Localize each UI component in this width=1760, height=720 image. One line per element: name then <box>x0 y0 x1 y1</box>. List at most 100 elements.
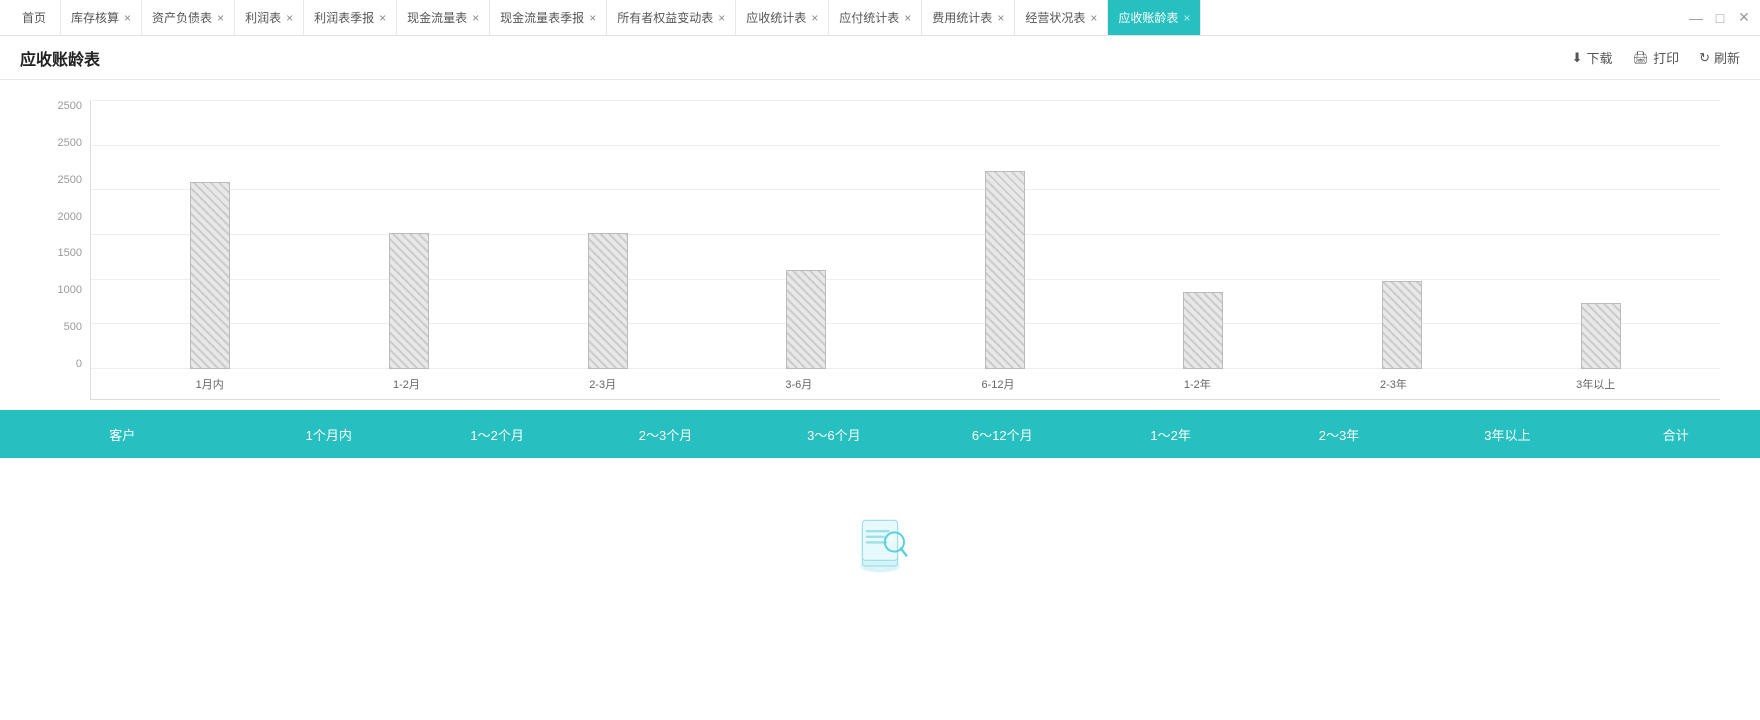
tab-close-icon-profit[interactable]: × <box>286 11 293 25</box>
bar <box>985 171 1025 369</box>
table-header-cell-3yearplus: 3年以上 <box>1423 425 1591 444</box>
y-axis-label: 1000 <box>58 284 82 296</box>
bar <box>588 233 628 369</box>
tab-home[interactable]: 首页 <box>8 0 61 36</box>
bar <box>1581 303 1621 369</box>
bar <box>1382 281 1422 369</box>
print-label: 打印 <box>1653 48 1679 67</box>
tab-ap-stat[interactable]: 应付统计表 × <box>829 0 922 36</box>
tab-profit[interactable]: 利润表 × <box>235 0 304 36</box>
x-axis-label: 6-12月 <box>982 376 1015 392</box>
tab-profit-quarterly[interactable]: 利润表季报 × <box>304 0 397 36</box>
bar <box>389 233 429 369</box>
refresh-label: 刷新 <box>1714 48 1740 67</box>
x-labels: 1月内 1-2月 2-3月 3-6月 6-12月 1-2年 2-3年 3年以上 <box>91 369 1720 399</box>
tab-label-operation: 经营状况表 <box>1025 9 1085 26</box>
bar <box>190 182 230 369</box>
table-header-cell-2-3year: 2～3年 <box>1255 425 1423 444</box>
tab-balance-sheet[interactable]: 资产负债表 × <box>142 0 235 36</box>
y-axis-label: 2500 <box>58 137 82 149</box>
empty-state <box>0 458 1760 618</box>
minimize-button[interactable]: — <box>1688 10 1704 26</box>
print-button[interactable]: 🖨 打印 <box>1633 48 1680 67</box>
refresh-icon: ↻ <box>1699 50 1710 66</box>
maximize-button[interactable]: □ <box>1712 10 1728 26</box>
bar-group <box>389 233 429 369</box>
tab-label-ar-aging: 应收账龄表 <box>1118 9 1178 26</box>
chart-body: 1月内 1-2月 2-3月 3-6月 6-12月 1-2年 2-3年 3年以上 <box>90 100 1720 400</box>
tab-ar-aging[interactable]: 应收账龄表 × <box>1108 0 1201 36</box>
bar-group <box>1382 281 1422 369</box>
tab-close-icon-inventory[interactable]: × <box>124 11 131 25</box>
tab-ar-stat[interactable]: 应收统计表 × <box>736 0 829 36</box>
refresh-button[interactable]: ↻ 刷新 <box>1699 48 1740 67</box>
header-actions: ⬇ 下载 🖨 打印 ↻ 刷新 <box>1572 48 1740 67</box>
x-axis-label: 3-6月 <box>785 376 812 392</box>
tab-close-icon-ap-stat[interactable]: × <box>904 11 911 25</box>
table-header-cell-2-3month: 2～3个月 <box>581 425 749 444</box>
x-axis-label: 2-3月 <box>589 376 616 392</box>
bar-group <box>1581 303 1621 369</box>
tab-close-icon-equity-change[interactable]: × <box>718 11 725 25</box>
tab-label-equity-change: 所有者权益变动表 <box>617 9 713 26</box>
x-axis-label: 1-2月 <box>393 376 420 392</box>
bar <box>786 270 826 369</box>
y-axis-label: 1500 <box>58 247 82 259</box>
bar-group <box>985 171 1025 369</box>
tab-label-profit-quarterly: 利润表季报 <box>314 9 374 26</box>
print-icon: 🖨 <box>1633 50 1650 66</box>
close-button[interactable]: ✕ <box>1736 10 1752 26</box>
y-axis-label: 2000 <box>58 211 82 223</box>
table-header-cell-customer: 客户 <box>0 425 245 444</box>
table-header-cell-total: 合计 <box>1592 425 1760 444</box>
tab-label-ar-stat: 应收统计表 <box>746 9 806 26</box>
table-header-cell-6-12month: 6～12个月 <box>918 425 1086 444</box>
tab-close-icon-balance-sheet[interactable]: × <box>217 11 224 25</box>
tab-close-icon-cashflow[interactable]: × <box>472 11 479 25</box>
bars-container <box>91 100 1720 369</box>
table-header-cell-1-2year: 1～2年 <box>1086 425 1254 444</box>
window-controls: — □ ✕ <box>1688 10 1752 26</box>
main-content: 2500250025002000150010005000 1月内1-2月2-3月… <box>0 80 1760 720</box>
download-button[interactable]: ⬇ 下载 <box>1572 48 1613 67</box>
tab-equity-change[interactable]: 所有者权益变动表 × <box>607 0 736 36</box>
y-axis: 2500250025002000150010005000 <box>40 100 90 400</box>
tab-label-balance-sheet: 资产负债表 <box>152 9 212 26</box>
bar <box>1183 292 1223 369</box>
tab-cashflow-quarterly[interactable]: 现金流量表季报 × <box>490 0 607 36</box>
tab-close-icon-expense-stat[interactable]: × <box>997 11 1004 25</box>
tab-close-icon-profit-quarterly[interactable]: × <box>379 11 386 25</box>
table-header-cell-1-2month: 1～2个月 <box>413 425 581 444</box>
tab-inventory[interactable]: 库存核算 × <box>61 0 142 36</box>
download-icon: ⬇ <box>1572 50 1583 66</box>
tab-close-icon-ar-stat[interactable]: × <box>811 11 818 25</box>
x-axis-label: 1-2年 <box>1184 376 1211 392</box>
x-axis-label: 3年以上 <box>1576 376 1615 392</box>
tab-close-icon-cashflow-quarterly[interactable]: × <box>589 11 596 25</box>
tab-expense-stat[interactable]: 费用统计表 × <box>922 0 1015 36</box>
bar-group <box>588 233 628 369</box>
tab-cashflow[interactable]: 现金流量表 × <box>397 0 490 36</box>
y-axis-label: 0 <box>76 358 82 370</box>
download-label: 下载 <box>1587 48 1613 67</box>
tab-label-cashflow-quarterly: 现金流量表季报 <box>500 9 584 26</box>
tab-operation[interactable]: 经营状况表 × <box>1015 0 1108 36</box>
bar-group <box>786 270 826 369</box>
y-axis-label: 500 <box>64 321 82 333</box>
table-header-cell-3-6month: 3～6个月 <box>750 425 918 444</box>
bar-group <box>190 182 230 369</box>
tab-label-cashflow: 现金流量表 <box>407 9 467 26</box>
table-header-cell-1month: 1个月内 <box>245 425 413 444</box>
tab-label-home: 首页 <box>22 9 46 26</box>
x-axis-label: 1月内 <box>196 376 224 392</box>
y-axis-label: 2500 <box>58 100 82 112</box>
tab-label-inventory: 库存核算 <box>71 9 119 26</box>
x-axis-label: 2-3年 <box>1380 376 1407 392</box>
tab-bar: 首页库存核算 ×资产负债表 ×利润表 ×利润表季报 ×现金流量表 ×现金流量表季… <box>0 0 1760 36</box>
page-title: 应收账龄表 <box>20 46 100 70</box>
empty-icon <box>840 498 920 578</box>
tab-close-icon-operation[interactable]: × <box>1090 11 1097 25</box>
tab-close-icon-ar-aging[interactable]: × <box>1183 11 1190 25</box>
page-header: 应收账龄表 ⬇ 下载 🖨 打印 ↻ 刷新 <box>0 36 1760 80</box>
bar-chart: 2500250025002000150010005000 1月内1-2月2-3月… <box>40 100 1720 400</box>
